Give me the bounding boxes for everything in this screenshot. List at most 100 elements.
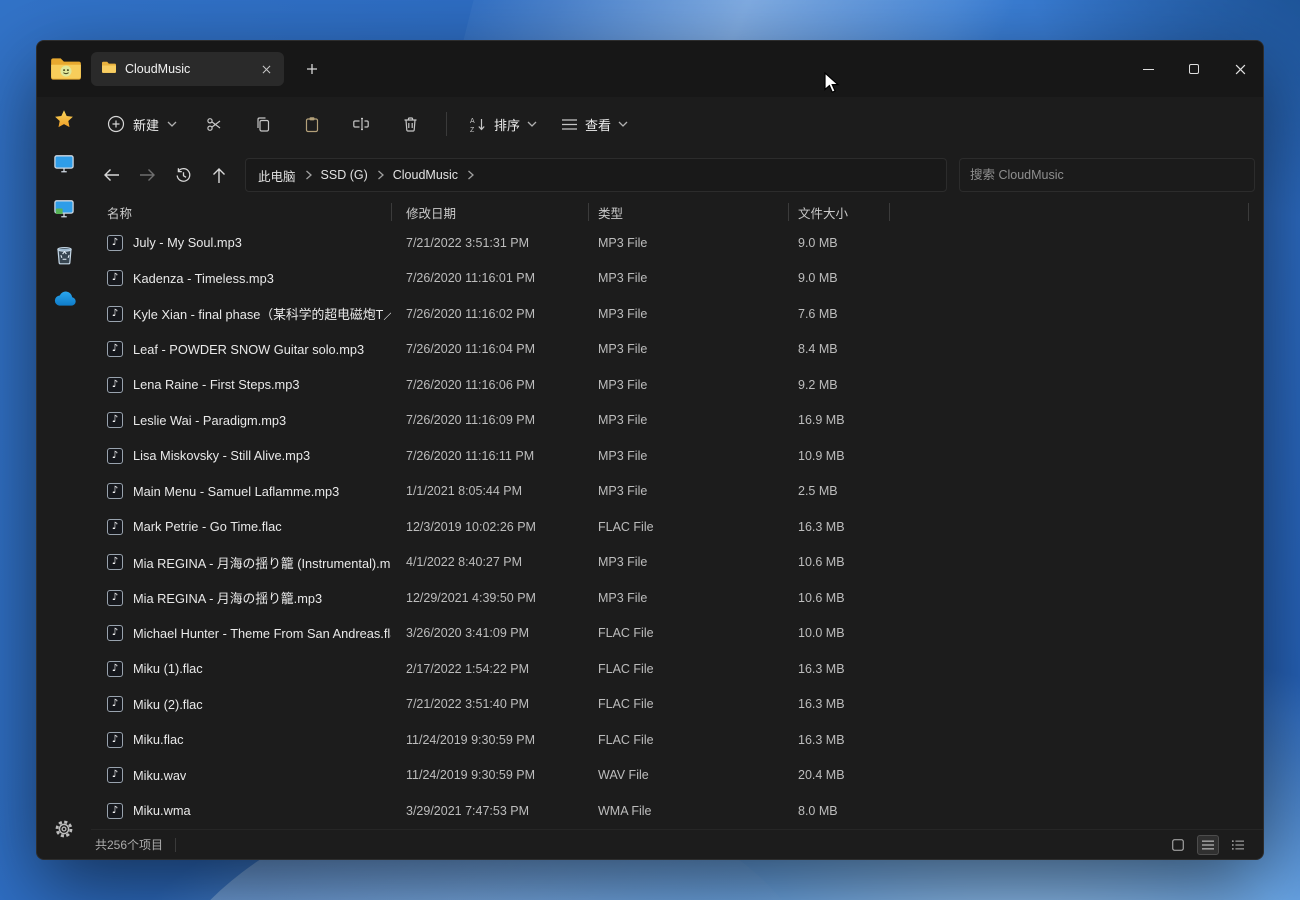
- view-button[interactable]: 查看: [549, 106, 640, 142]
- file-row[interactable]: ♪ Leslie Wai - Paradigm.mp3 7/26/2020 11…: [91, 403, 1263, 439]
- file-size: 9.0 MB: [798, 235, 838, 250]
- file-row[interactable]: ♪ Kadenza - Timeless.mp3 7/26/2020 11:16…: [91, 261, 1263, 297]
- close-button[interactable]: [1217, 41, 1263, 97]
- file-row[interactable]: ♪ Kyle Xian - final phase（某科学的超电磁炮T／... …: [91, 296, 1263, 332]
- file-type: MP3 File: [598, 448, 648, 463]
- file-type: MP3 File: [598, 555, 648, 570]
- column-header-type[interactable]: 类型: [588, 199, 788, 225]
- file-date-modified: 11/24/2019 9:30:59 PM: [406, 732, 536, 747]
- maximize-button[interactable]: [1171, 41, 1217, 97]
- column-headers: 名称 修改日期 类型 文件大小: [91, 199, 1263, 225]
- file-row[interactable]: ♪ July - My Soul.mp3 7/21/2022 3:51:31 P…: [91, 225, 1263, 261]
- file-type: MP3 File: [598, 235, 648, 250]
- file-row[interactable]: ♪ Leaf - POWDER SNOW Guitar solo.mp3 7/2…: [91, 332, 1263, 368]
- file-date-modified: 7/26/2020 11:16:06 PM: [406, 377, 536, 392]
- sort-button[interactable]: A Z 排序: [457, 106, 549, 142]
- file-name: Miku.wav: [133, 767, 187, 783]
- file-type: MP3 File: [598, 306, 648, 321]
- file-row[interactable]: ♪ Miku.flac 11/24/2019 9:30:59 PM FLAC F…: [91, 722, 1263, 758]
- rename-button[interactable]: [339, 106, 383, 142]
- back-button[interactable]: [93, 159, 129, 191]
- file-type: MP3 File: [598, 342, 648, 357]
- details-view-button[interactable]: [1197, 834, 1219, 855]
- tab-title: CloudMusic: [125, 62, 191, 76]
- sidebar-item-this-pc[interactable]: [49, 195, 79, 223]
- new-button[interactable]: 新建: [97, 106, 187, 142]
- file-row[interactable]: ♪ Main Menu - Samuel Laflamme.mp3 1/1/20…: [91, 474, 1263, 510]
- breadcrumb-item-cloudmusic[interactable]: CloudMusic: [393, 168, 458, 182]
- file-row[interactable]: ♪ Miku (2).flac 7/21/2022 3:51:40 PM FLA…: [91, 687, 1263, 723]
- paste-button[interactable]: [290, 106, 334, 142]
- refresh-button[interactable]: [165, 159, 201, 191]
- file-size: 16.3 MB: [798, 697, 845, 712]
- large-icons-view-button[interactable]: [1167, 835, 1189, 855]
- up-button[interactable]: [201, 159, 237, 191]
- file-row[interactable]: ♪ Michael Hunter - Theme From San Andrea…: [91, 616, 1263, 652]
- files-app-icon: [49, 54, 83, 84]
- toolbar: 新建 A Z 排序 查看: [91, 97, 1263, 151]
- forward-button[interactable]: [129, 159, 165, 191]
- maximize-icon: [1189, 64, 1199, 74]
- file-type: MP3 File: [598, 484, 648, 499]
- new-tab-button[interactable]: [296, 53, 328, 85]
- tab-close-button[interactable]: [256, 59, 276, 79]
- svg-text:Z: Z: [470, 127, 475, 133]
- this-pc-icon: [54, 200, 74, 218]
- file-row[interactable]: ♪ Miku.wav 11/24/2019 9:30:59 PM WAV Fil…: [91, 758, 1263, 794]
- cut-button[interactable]: [192, 106, 236, 142]
- file-type: FLAC File: [598, 732, 654, 747]
- file-type: FLAC File: [598, 697, 654, 712]
- file-row[interactable]: ♪ Lena Raine - First Steps.mp3 7/26/2020…: [91, 367, 1263, 403]
- chevron-right-icon: [377, 170, 384, 180]
- file-type: FLAC File: [598, 519, 654, 534]
- svg-text:A: A: [470, 118, 475, 125]
- delete-button[interactable]: [388, 106, 432, 142]
- main-panel: 新建 A Z 排序 查看 此电脑 SSD (G) CloudMusic 搜索 C…: [91, 97, 1263, 859]
- sidebar-item-desktop[interactable]: [49, 150, 79, 178]
- view-list-icon: [562, 118, 578, 130]
- sidebar-item-recycle-bin[interactable]: [49, 240, 79, 268]
- file-date-modified: 3/29/2021 7:47:53 PM: [406, 803, 530, 818]
- minimize-button[interactable]: [1125, 41, 1171, 97]
- list-view-button[interactable]: [1227, 835, 1249, 855]
- column-header-date-modified[interactable]: 修改日期: [391, 199, 588, 225]
- file-type: WMA File: [598, 803, 652, 818]
- chevron-down-icon: [527, 121, 537, 127]
- file-name: Mark Petrie - Go Time.flac: [133, 519, 282, 535]
- sidebar-item-onedrive[interactable]: [49, 285, 79, 313]
- tab-cloudmusic[interactable]: CloudMusic: [91, 52, 284, 86]
- file-date-modified: 11/24/2019 9:30:59 PM: [406, 768, 536, 783]
- file-date-modified: 12/3/2019 10:02:26 PM: [406, 519, 536, 534]
- music-file-icon: ♪: [107, 518, 123, 535]
- up-arrow-icon: [213, 167, 225, 183]
- copy-button[interactable]: [241, 106, 285, 142]
- file-row[interactable]: ♪ Miku.wma 3/29/2021 7:47:53 PM WMA File…: [91, 793, 1263, 829]
- sidebar: [37, 97, 91, 859]
- file-row[interactable]: ♪ Lisa Miskovsky - Still Alive.mp3 7/26/…: [91, 438, 1263, 474]
- view-button-label: 查看: [585, 117, 612, 133]
- sort-icon: A Z: [470, 118, 485, 133]
- music-file-icon: ♪: [107, 589, 123, 606]
- sidebar-item-settings[interactable]: [49, 815, 79, 843]
- breadcrumb-item-this-pc[interactable]: 此电脑: [258, 166, 296, 185]
- sidebar-item-favorites[interactable]: [49, 105, 79, 133]
- music-file-icon: ♪: [107, 625, 123, 642]
- file-date-modified: 2/17/2022 1:54:22 PM: [406, 661, 530, 676]
- chevron-down-icon: [167, 121, 177, 127]
- file-row[interactable]: ♪ Mark Petrie - Go Time.flac 12/3/2019 1…: [91, 509, 1263, 545]
- file-row[interactable]: ♪ Mia REGINA - 月海の揺り籠.mp3 12/29/2021 4:3…: [91, 580, 1263, 616]
- star-icon: [55, 110, 73, 128]
- file-name: Main Menu - Samuel Laflamme.mp3: [133, 483, 340, 499]
- file-row[interactable]: ♪ Mia REGINA - 月海の揺り籠 (Instrumental).mp3…: [91, 545, 1263, 581]
- file-row[interactable]: ♪ Miku (1).flac 2/17/2022 1:54:22 PM FLA…: [91, 651, 1263, 687]
- music-file-icon: ♪: [107, 447, 123, 464]
- search-input[interactable]: [970, 168, 1244, 182]
- file-name: July - My Soul.mp3: [133, 235, 242, 251]
- file-size: 8.4 MB: [798, 342, 838, 357]
- column-header-name[interactable]: 名称: [91, 199, 391, 225]
- file-name: Miku.flac: [133, 732, 184, 748]
- column-header-size[interactable]: 文件大小: [788, 199, 889, 225]
- music-file-icon: ♪: [107, 696, 123, 713]
- file-type: WAV File: [598, 768, 649, 783]
- breadcrumb-item-drive[interactable]: SSD (G): [321, 168, 368, 182]
